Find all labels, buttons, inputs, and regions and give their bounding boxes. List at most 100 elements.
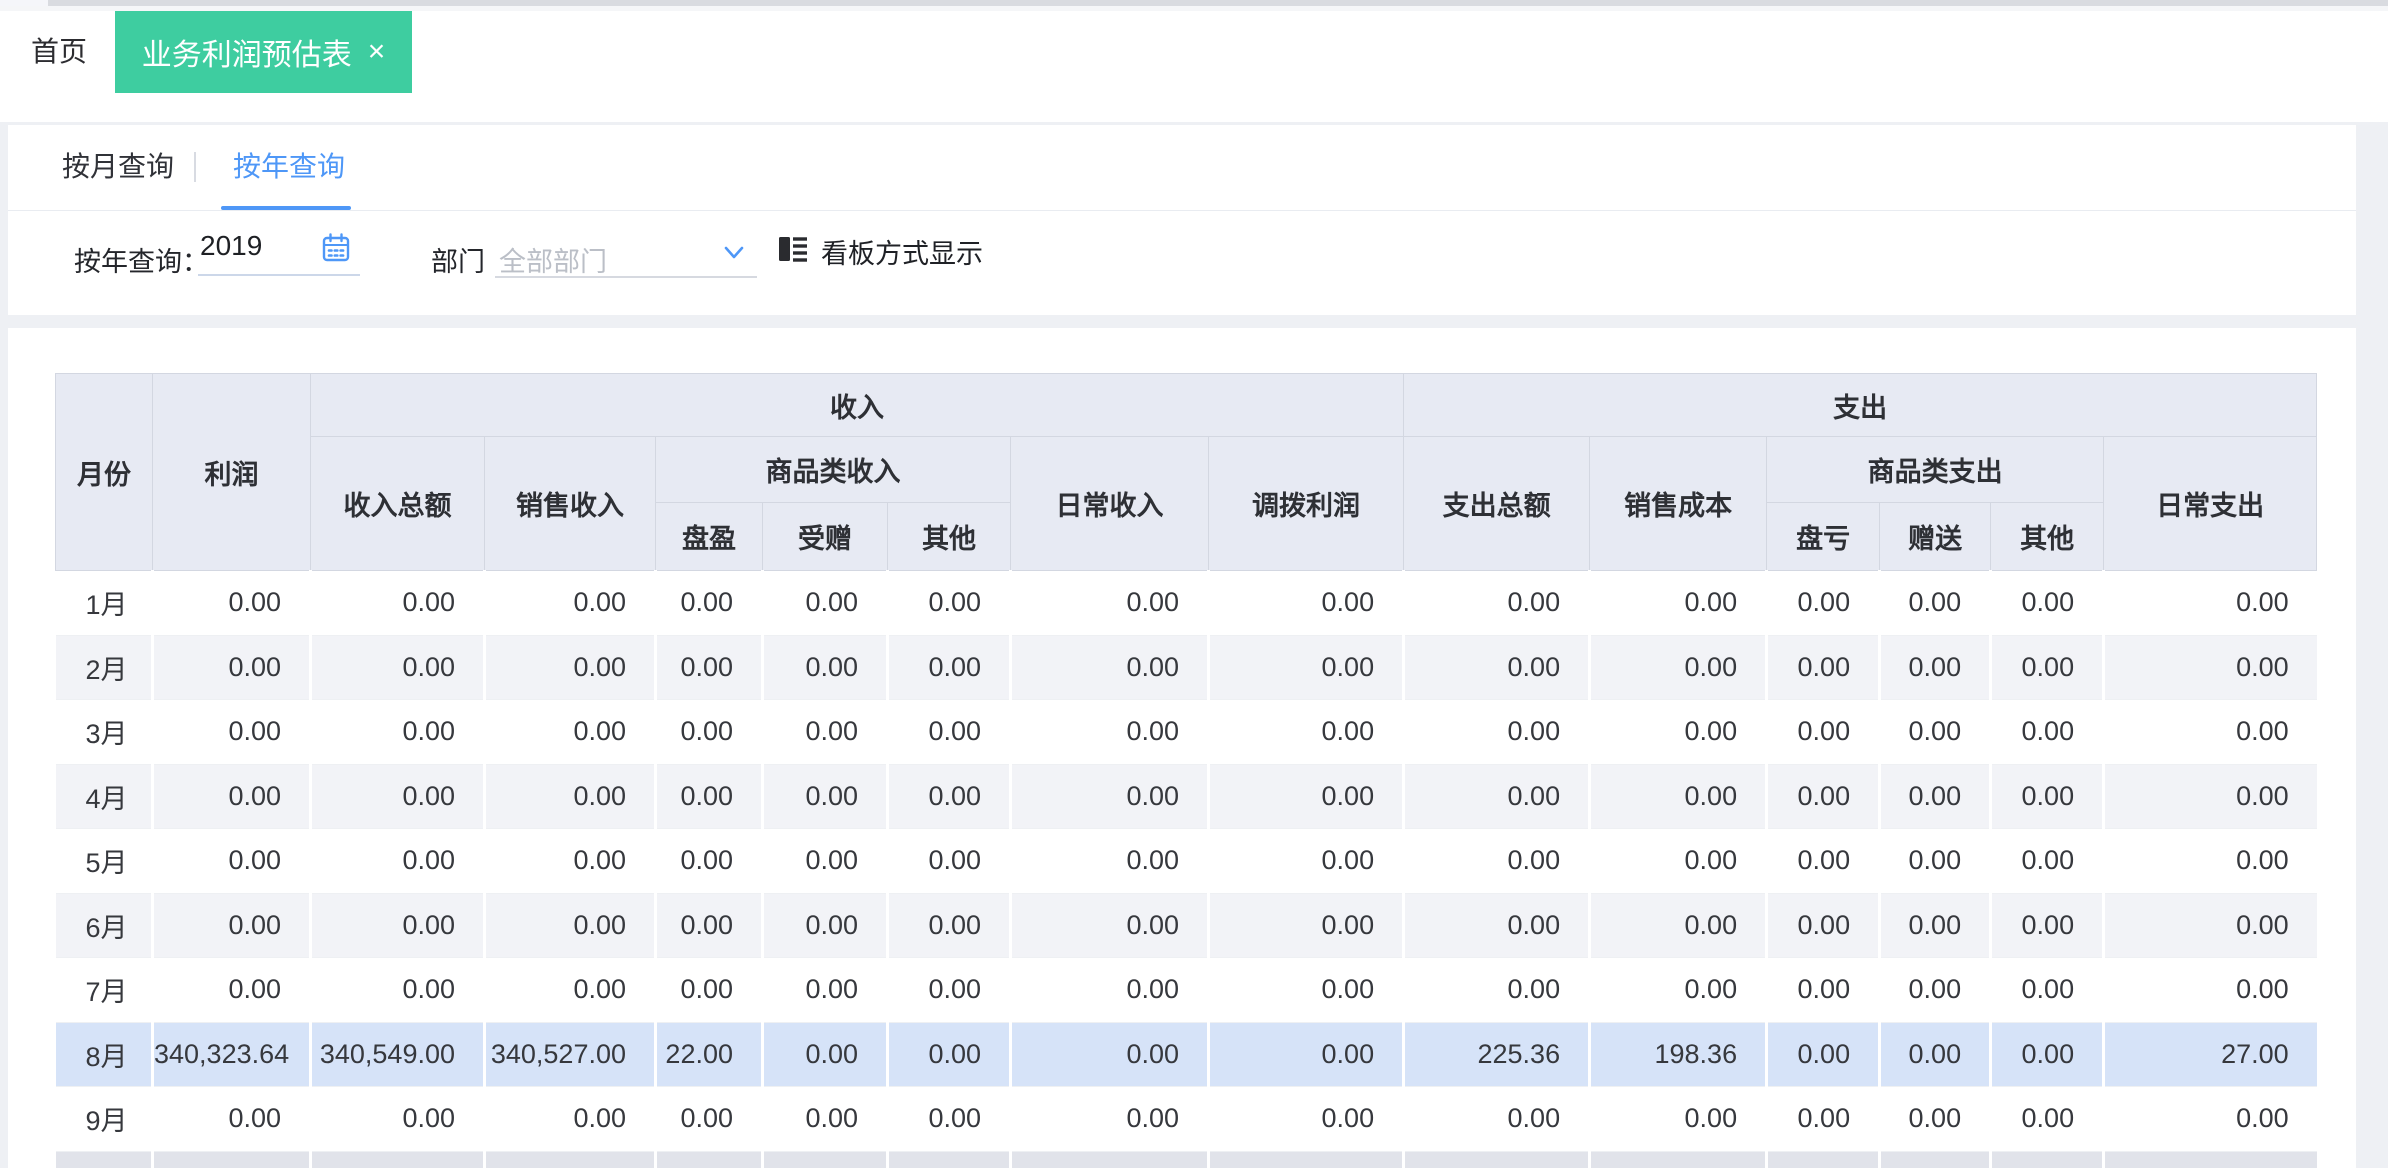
value-cell: 0.00 <box>1208 893 1406 958</box>
table-row[interactable]: 1月 0.00 0.00 0.00 0.00 0.00 0.00 0.00 0.00 0.00 0.… <box>55 570 2317 636</box>
department-label: 部门 <box>431 247 485 277</box>
col-header-gifted-out: 赠送 <box>1879 502 1992 571</box>
subtab-monthly-query[interactable]: 按月查询 <box>62 125 174 209</box>
value-cell: 0.00 <box>310 1086 486 1152</box>
value-cell: 0.00 <box>1208 570 1406 636</box>
value-cell: 0.00 <box>1766 1151 1882 1168</box>
subtab-yearly-query[interactable]: 按年查询 <box>233 125 345 209</box>
value-cell: 0.00 <box>887 1086 1012 1152</box>
value-cell: 0.00 <box>310 957 486 1023</box>
table-row[interactable]: 10月-0.45470.00470.000.000.000.000.000.00… <box>55 1151 2317 1168</box>
table-row[interactable]: 5月 0.00 0.00 0.00 0.00 0.00 0.00 0.00 0.00 0.00 0.… <box>55 828 2317 894</box>
value-cell: 0.00 <box>762 828 889 894</box>
value-cell: 0.00 <box>1990 957 2106 1023</box>
value-cell: 198.36 <box>1589 1022 1769 1087</box>
tab-business-profit-forecast[interactable]: 业务利润预估表 × <box>115 11 412 93</box>
value-cell: 0.00 <box>1990 570 2106 636</box>
value-cell: 0.00 <box>1766 764 1882 829</box>
value-cell: 0.00 <box>655 828 764 894</box>
value-cell: 0.00 <box>762 893 889 958</box>
subtab-divider <box>194 152 196 182</box>
value-cell: 0.00 <box>1990 893 2106 958</box>
value-cell: 0.00 <box>1010 570 1210 636</box>
tab-label: 业务利润预估表 <box>141 39 352 72</box>
value-cell: 0.00 <box>762 957 889 1023</box>
col-header-other-income: 其他 <box>887 502 1011 571</box>
value-cell: 0.00 <box>1990 1151 2106 1168</box>
value-cell: 0.00 <box>310 699 486 765</box>
value-cell: 0.00 <box>152 957 312 1023</box>
filter-bar: 按年查询： 部门 全部部门 <box>8 210 2356 315</box>
close-icon[interactable]: × <box>368 37 386 67</box>
col-header-expense-total: 支出总额 <box>1403 436 1591 571</box>
value-cell: 0.00 <box>2103 635 2317 700</box>
value-cell: 0.00 <box>1589 1086 1769 1152</box>
value-cell: 0.00 <box>1403 957 1592 1023</box>
value-cell: 0.00 <box>484 1086 657 1152</box>
value-cell: -0.45 <box>152 1151 312 1168</box>
table-row[interactable]: 3月 0.00 0.00 0.00 0.00 0.00 0.00 0.00 0.00 0.00 0.… <box>55 699 2317 765</box>
col-header-daily-income: 日常收入 <box>1010 436 1209 571</box>
value-cell: 0.00 <box>1589 635 1769 700</box>
month-cell: 2月 <box>55 635 154 700</box>
month-cell: 8月 <box>55 1022 154 1087</box>
month-cell: 6月 <box>55 893 154 958</box>
table-row[interactable]: 6月 0.00 0.00 0.00 0.00 0.00 0.00 0.00 0.00 0.00 0.… <box>55 893 2317 958</box>
value-cell: 0.00 <box>1766 570 1882 636</box>
value-cell: 0.00 <box>2103 764 2317 829</box>
value-cell: 0.00 <box>762 699 889 765</box>
value-cell: 0.00 <box>1208 1022 1406 1087</box>
value-cell: 0.00 <box>655 570 764 636</box>
profit-table-wrap: 月份 利润 收入 支出 收入总额 销售收入 商品类收入 日常收入 调拨利润 支出… <box>55 373 2318 1168</box>
value-cell: 0.00 <box>1879 1022 1993 1087</box>
value-cell: 0.00 <box>887 764 1012 829</box>
query-panel: 按月查询 按年查询 按年查询： 部门 全部部门 <box>8 125 2356 315</box>
table-row[interactable]: 2月 0.00 0.00 0.00 0.00 0.00 0.00 0.00 0.00 0.00 0.… <box>55 635 2317 700</box>
department-select[interactable]: 全部部门 <box>495 230 757 278</box>
value-cell: 0.00 <box>655 635 764 700</box>
value-cell: 0.00 <box>152 893 312 958</box>
value-cell: 0.00 <box>1403 764 1592 829</box>
value-cell: 0.00 <box>2103 1151 2317 1168</box>
value-cell: 340,323.64 <box>152 1022 312 1087</box>
value-cell: 0.00 <box>152 570 312 636</box>
value-cell: 0.00 <box>310 635 486 700</box>
value-cell: 0.00 <box>1589 764 1769 829</box>
month-cell: 10月 <box>55 1151 154 1168</box>
report-panel: 月份 利润 收入 支出 收入总额 销售收入 商品类收入 日常收入 调拨利润 支出… <box>8 328 2356 1168</box>
value-cell: 0.00 <box>1010 764 1210 829</box>
calendar-icon[interactable] <box>320 232 352 269</box>
value-cell: 0.00 <box>484 570 657 636</box>
value-cell: 0.00 <box>887 828 1012 894</box>
value-cell: 470.45 <box>1589 1151 1769 1168</box>
value-cell: 22.00 <box>655 1022 764 1087</box>
year-query-label: 按年查询： <box>74 247 209 277</box>
value-cell: 0.00 <box>152 828 312 894</box>
value-cell: 0.00 <box>484 828 657 894</box>
value-cell: 0.00 <box>1766 957 1882 1023</box>
group-header-income: 收入 <box>309 373 1405 437</box>
col-header-donated-in: 受赠 <box>762 502 888 571</box>
value-cell: 0.00 <box>887 635 1012 700</box>
table-row[interactable]: 4月 0.00 0.00 0.00 0.00 0.00 0.00 0.00 0.00 0.00 0.… <box>55 764 2317 829</box>
tab-home[interactable]: 首页 <box>21 11 97 93</box>
value-cell: 0.00 <box>1208 764 1406 829</box>
value-cell: 225.36 <box>1403 1022 1592 1087</box>
table-row[interactable]: 8月 340,323.64 340,549.00 340,527.00 22.00 0.0… <box>55 1022 2317 1087</box>
value-cell: 0.00 <box>1990 635 2106 700</box>
group-header-goods-expense: 商品类支出 <box>1766 436 2105 503</box>
value-cell: 340,549.00 <box>310 1022 486 1087</box>
value-cell: 0.00 <box>655 893 764 958</box>
month-cell: 9月 <box>55 1086 154 1152</box>
value-cell: 0.00 <box>655 699 764 765</box>
value-cell: 0.00 <box>1403 893 1592 958</box>
col-header-month: 月份 <box>55 373 153 571</box>
value-cell: 0.00 <box>762 635 889 700</box>
value-cell: 0.00 <box>1208 1151 1406 1168</box>
value-cell: 0.00 <box>2103 1086 2317 1152</box>
board-view-toggle[interactable]: 看板方式显示 <box>777 232 983 271</box>
table-row[interactable]: 9月 0.00 0.00 0.00 0.00 0.00 0.00 0.00 0.00 0.00 0.… <box>55 1086 2317 1152</box>
table-row[interactable]: 7月 0.00 0.00 0.00 0.00 0.00 0.00 0.00 0.00 0.00 0.… <box>55 957 2317 1023</box>
value-cell: 0.00 <box>1208 699 1406 765</box>
value-cell: 0.00 <box>1879 828 1993 894</box>
